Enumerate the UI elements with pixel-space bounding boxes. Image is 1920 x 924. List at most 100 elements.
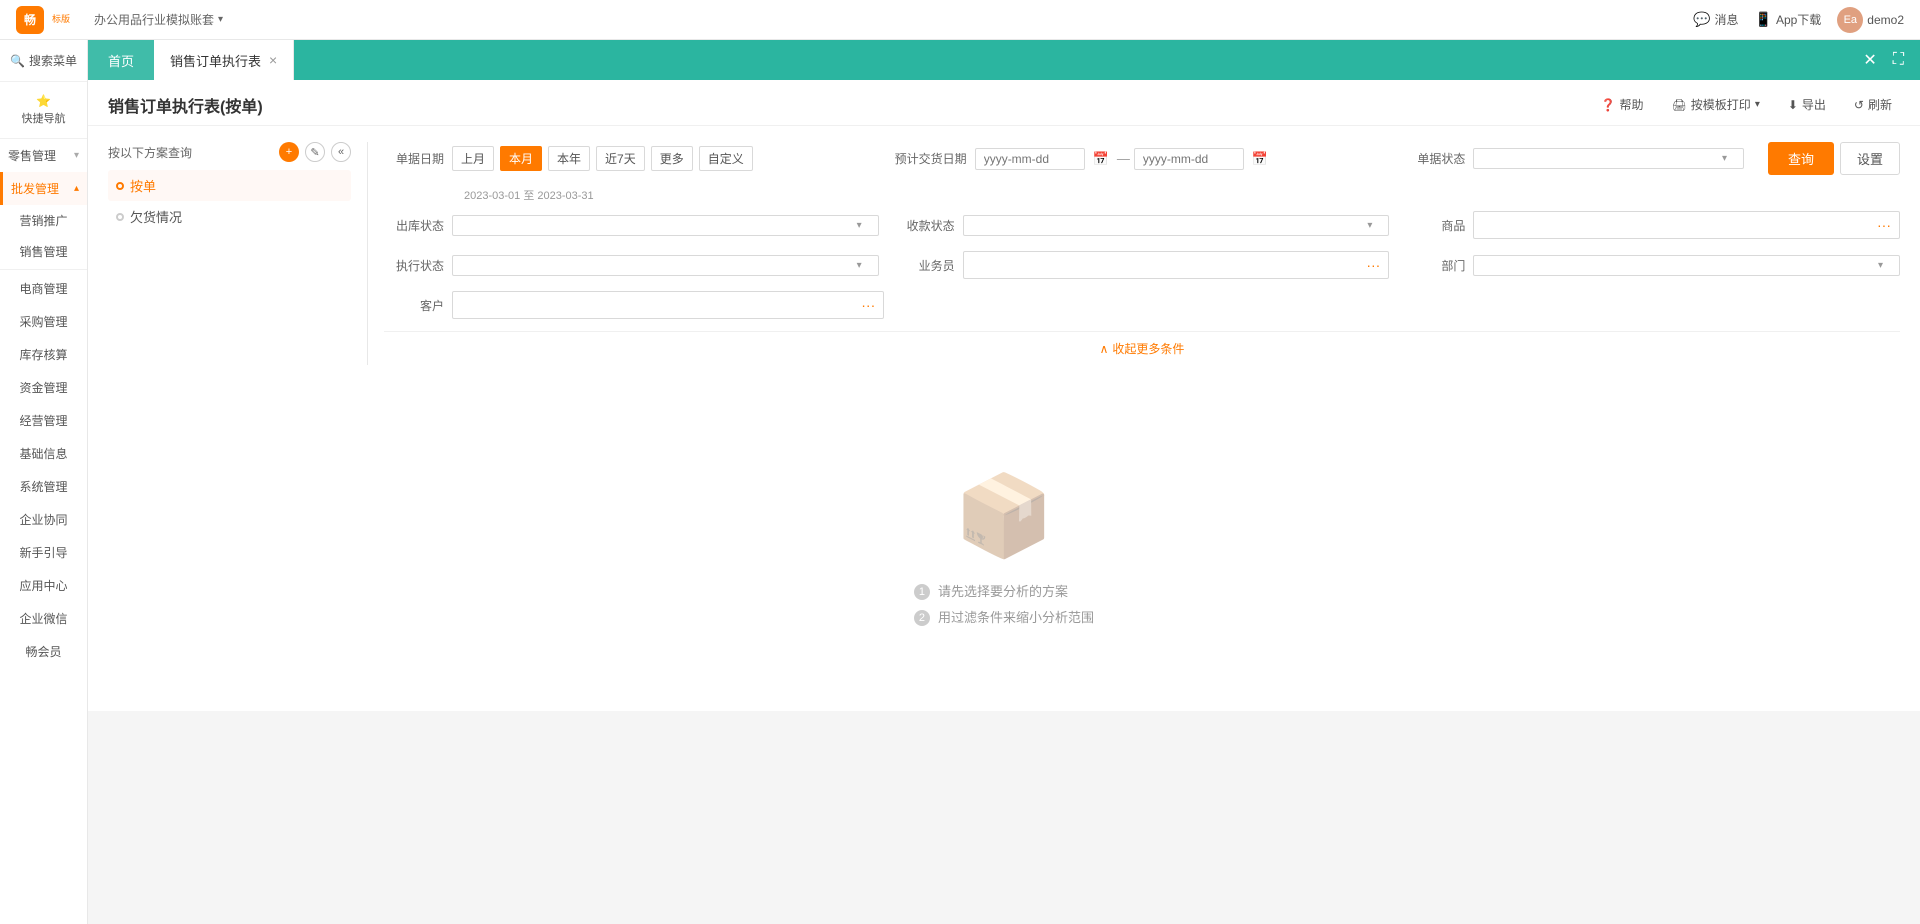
filter-row-4: 客户 ··· — [384, 291, 1900, 319]
export-btn[interactable]: ⬇ 导出 — [1780, 92, 1834, 117]
topbar: 畅 标版 办公用品行业模拟账套 ▾ 💬 消息 📱 App下载 Ea demo2 — [0, 0, 1920, 40]
user-info[interactable]: Ea demo2 — [1837, 7, 1904, 33]
customer-dots-btn[interactable]: ··· — [853, 297, 883, 313]
scheme-item-by-order[interactable]: 按单 — [108, 170, 351, 201]
page-content: 销售订单执行表(按单) ❓ 帮助 🖨 按模板打印 ▾ ⬇ — [88, 80, 1920, 924]
payment-status-section: 收款状态 ▾ — [895, 215, 1390, 236]
date-custom-btn[interactable]: 自定义 — [699, 146, 753, 171]
sidebar-item-guide[interactable]: 新手引导 — [0, 536, 87, 569]
edit-scheme-btn[interactable]: ✎ — [305, 142, 325, 162]
out-status-select[interactable]: ▾ — [452, 215, 879, 236]
print-btn[interactable]: 🖨 按模板打印 ▾ — [1664, 92, 1768, 117]
tab-actions: ✕ ⛶ — [1847, 40, 1920, 80]
goods-dots-btn[interactable]: ··· — [1869, 217, 1899, 233]
add-scheme-btn[interactable]: + — [279, 142, 299, 162]
sidebar-item-enterprise[interactable]: 企业协同 — [0, 503, 87, 536]
scheme-item-debt[interactable]: 欠货情况 — [108, 201, 351, 232]
tab-close-window-btn[interactable]: ✕ — [1859, 48, 1880, 72]
sidebar-item-wechat[interactable]: 企业微信 — [0, 602, 87, 635]
customer-label: 客户 — [384, 297, 444, 314]
collapse-scheme-btn[interactable]: « — [331, 142, 351, 162]
action-buttons: 查询 设置 — [1768, 142, 1900, 175]
sidebar-item-apps[interactable]: 应用中心 — [0, 569, 87, 602]
sidebar-item-purchase[interactable]: 采购管理 — [0, 305, 87, 338]
sidebar-item-marketing[interactable]: 营销推广 — [0, 205, 87, 236]
out-status-section: 出库状态 ▾ — [384, 215, 879, 236]
salesperson-dots-btn[interactable]: ··· — [1358, 257, 1388, 273]
settings-btn[interactable]: 设置 — [1840, 142, 1900, 175]
main-layout: 🔍 搜索菜单 ⭐ 快捷导航 零售管理 ▾ 批发管理 ▴ 营销推广 销售管理 电商… — [0, 40, 1920, 924]
hint-num-1: 1 — [914, 584, 930, 600]
topbar-left: 畅 标版 办公用品行业模拟账套 ▾ — [16, 6, 239, 34]
date-label: 单据日期 — [384, 150, 444, 167]
sidebar-item-quick-nav[interactable]: ⭐ 快捷导航 — [0, 86, 87, 134]
salesperson-input[interactable]: ··· — [963, 251, 1390, 279]
exec-status-select[interactable]: ▾ — [452, 255, 879, 276]
refresh-btn[interactable]: ↺ 刷新 — [1846, 92, 1900, 117]
date-this-year-btn[interactable]: 本年 — [548, 146, 590, 171]
page-header: 销售订单执行表(按单) ❓ 帮助 🖨 按模板打印 ▾ ⬇ — [88, 80, 1920, 126]
customer-input[interactable]: ··· — [452, 291, 884, 319]
hint-num-2: 2 — [914, 610, 930, 626]
payment-status-select[interactable]: ▾ — [963, 215, 1390, 236]
sidebar-item-operations[interactable]: 经营管理 — [0, 404, 87, 437]
export-icon: ⬇ — [1788, 98, 1798, 112]
filter-scheme-title: 按以下方案查询 — [108, 144, 192, 161]
query-btn[interactable]: 查询 — [1768, 142, 1834, 175]
doc-status-arrow-icon: ▾ — [1714, 153, 1735, 164]
expected-date-to-input[interactable] — [1134, 148, 1244, 170]
cal-icon-from[interactable]: 📅 — [1089, 151, 1113, 167]
sidebar-item-member[interactable]: 畅会员 — [0, 635, 87, 668]
sidebar-item-finance[interactable]: 资金管理 — [0, 371, 87, 404]
sidebar-item-retail[interactable]: 零售管理 ▾ — [0, 139, 87, 172]
date-filter-buttons: 上月 本月 本年 近7天 更多 自定义 — [452, 146, 879, 171]
tab-close-icon[interactable]: × — [269, 53, 277, 67]
doc-status-select[interactable]: ▾ — [1473, 148, 1744, 169]
breadcrumb[interactable]: 办公用品行业模拟账套 ▾ — [78, 11, 239, 28]
empty-hint: 1 请先选择要分析的方案 2 用过滤条件来缩小分析范围 — [914, 579, 1094, 631]
filter-row-2: 出库状态 ▾ 收款状态 — [384, 211, 1900, 239]
out-status-label: 出库状态 — [384, 217, 444, 234]
date-this-month-btn[interactable]: 本月 — [500, 146, 542, 171]
expected-date-section: 预计交货日期 📅 — 📅 — [895, 148, 1390, 170]
sidebar-search-section: 🔍 搜索菜单 — [0, 40, 87, 82]
department-select[interactable]: ▾ — [1473, 255, 1900, 276]
date-last7-btn[interactable]: 近7天 — [596, 146, 645, 171]
scheme-dot-inactive — [116, 213, 124, 221]
content-area: 首页 销售订单执行表 × ✕ ⛶ 销售订单执行表(按单) ❓ — [88, 40, 1920, 924]
expected-date-from-input[interactable] — [975, 148, 1085, 170]
app-download-btn[interactable]: 📱 App下载 — [1755, 11, 1822, 28]
sidebar-item-system[interactable]: 系统管理 — [0, 470, 87, 503]
exec-status-label: 执行状态 — [384, 257, 444, 274]
page-inner: 销售订单执行表(按单) ❓ 帮助 🖨 按模板打印 ▾ ⬇ — [88, 80, 1920, 711]
help-icon: ❓ — [1601, 98, 1616, 112]
sidebar-item-ecommerce[interactable]: 电商管理 — [0, 272, 87, 305]
tab-bar: 首页 销售订单执行表 × ✕ ⛶ — [88, 40, 1920, 80]
logo-subtitle: 标版 — [52, 15, 70, 25]
date-last-month-btn[interactable]: 上月 — [452, 146, 494, 171]
goods-label: 商品 — [1405, 217, 1465, 234]
refresh-icon: ↺ — [1854, 98, 1864, 112]
message-btn[interactable]: 💬 消息 — [1693, 11, 1738, 28]
salesperson-label: 业务员 — [895, 257, 955, 274]
doc-status-label: 单据状态 — [1405, 150, 1465, 167]
tab-maximize-btn[interactable]: ⛶ — [1889, 49, 1908, 71]
cal-icon-to[interactable]: 📅 — [1248, 151, 1272, 167]
search-menu-btn[interactable]: 🔍 搜索菜单 — [8, 48, 79, 73]
sidebar-quick-nav: ⭐ 快捷导航 — [0, 82, 87, 139]
tab-home[interactable]: 首页 — [88, 40, 154, 80]
filter-scheme-panel: 按以下方案查询 + ✎ « — [108, 142, 368, 365]
print-icon: 🖨 — [1672, 98, 1687, 112]
tab-active[interactable]: 销售订单执行表 × — [154, 40, 294, 80]
goods-input[interactable]: ··· — [1473, 211, 1900, 239]
sidebar-item-inventory[interactable]: 库存核算 — [0, 338, 87, 371]
help-btn[interactable]: ❓ 帮助 — [1593, 92, 1652, 117]
star-icon: ⭐ — [36, 94, 51, 108]
sidebar-item-sales[interactable]: 销售管理 — [0, 236, 87, 267]
payment-status-label: 收款状态 — [895, 217, 955, 234]
collapse-more-btn[interactable]: ∧ 收起更多条件 — [1100, 340, 1185, 357]
department-section: 部门 ▾ — [1405, 255, 1900, 276]
sidebar-item-basic[interactable]: 基础信息 — [0, 437, 87, 470]
sidebar-item-wholesale[interactable]: 批发管理 ▴ — [0, 172, 87, 205]
date-more-btn[interactable]: 更多 — [651, 146, 693, 171]
